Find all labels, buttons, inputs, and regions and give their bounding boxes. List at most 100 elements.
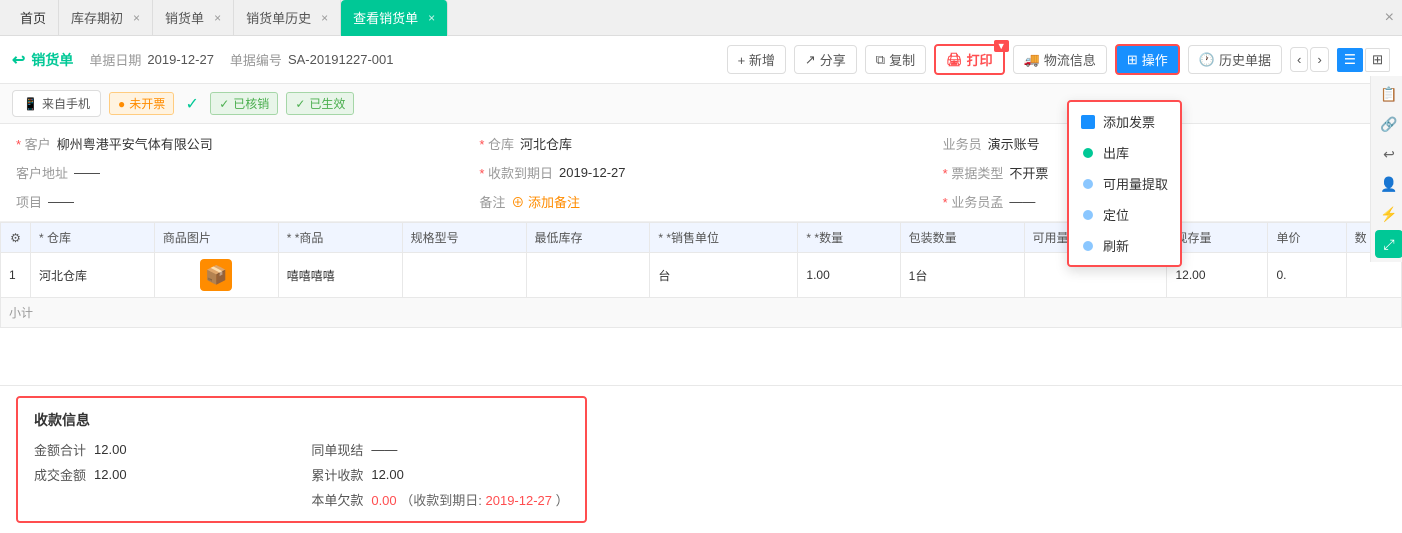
available-extract-label: 可用量提取: [1103, 174, 1168, 193]
sidebar-icon-user[interactable]: 👤: [1375, 170, 1402, 198]
not-open-status: ● 未开票: [109, 92, 174, 115]
refresh-label: 刷新: [1103, 236, 1129, 255]
share-button[interactable]: ↗ 分享: [794, 45, 857, 74]
tab-home[interactable]: 首页: [8, 0, 59, 36]
prev-button[interactable]: ‹: [1290, 47, 1308, 72]
address-field: 客户地址 ——: [16, 163, 459, 182]
ticket-type-label: 票据类型: [943, 163, 1004, 182]
row-sales-unit: 台: [650, 253, 798, 298]
th-image: 商品图片: [154, 223, 278, 253]
check-icon[interactable]: ✓: [182, 94, 202, 114]
payment-date-value: 2019-12-27: [559, 165, 626, 180]
next-button[interactable]: ›: [1310, 47, 1328, 72]
doc-date-group: 单据日期 2019-12-27: [89, 50, 214, 69]
project-label: 项目: [16, 192, 42, 211]
cumulative-value: 12.00: [371, 467, 404, 482]
tab-view-sales-close[interactable]: ×: [428, 11, 435, 25]
tab-sales-order-close[interactable]: ×: [214, 11, 221, 25]
staff-value: 演示账号: [988, 134, 1040, 153]
tab-inventory-init[interactable]: 库存期初 ×: [59, 0, 153, 36]
due-date-hint: （收款到期日:: [400, 493, 485, 508]
logistics-button[interactable]: 🚚 物流信息: [1013, 45, 1107, 74]
mobile-icon: 📱: [23, 97, 38, 111]
current-debt-value: 0.00 （收款到期日: 2019-12-27 ）: [371, 490, 568, 509]
cumulative-row: 累计收款 12.00: [311, 465, 568, 484]
doc-number-value: SA-20191227-001: [288, 52, 394, 67]
tab-view-sales[interactable]: 查看销货单 ×: [341, 0, 448, 36]
tab-bar-close-button[interactable]: ×: [1385, 9, 1394, 27]
note-label: 备注: [479, 192, 505, 211]
sales-table: ⚙ * 仓库 商品图片 * *商品 规格型号 最低库存 * *销售单位 * *数…: [0, 222, 1402, 328]
refresh-item[interactable]: 刷新: [1069, 230, 1180, 261]
tab-view-sales-label: 查看销货单: [353, 8, 418, 27]
toolbar: 📱 来自手机 ● 未开票 ✓ ✓ 已核销 ✓ 已生效: [0, 84, 1402, 124]
view-toggle: ☰ ⊞: [1337, 48, 1390, 72]
new-button[interactable]: + 新增: [727, 45, 786, 74]
print-icon: 🖨: [946, 52, 963, 68]
tab-inventory-init-close[interactable]: ×: [133, 11, 140, 25]
history-button[interactable]: 🕐 历史单据: [1188, 45, 1282, 74]
outbound-label: 出库: [1103, 143, 1129, 162]
doc-type-label: 销货单: [31, 50, 73, 70]
tab-sales-history-close[interactable]: ×: [321, 11, 328, 25]
nav-arrows: ‹ ›: [1290, 47, 1329, 72]
document-header: ↩ 销货单 单据日期 2019-12-27 单据编号 SA-20191227-0…: [0, 36, 1402, 84]
effective-status: ✓ 已生效: [286, 92, 354, 115]
table-header-row: ⚙ * 仓库 商品图片 * *商品 规格型号 最低库存 * *销售单位 * *数…: [1, 223, 1402, 253]
locate-item[interactable]: 定位: [1069, 199, 1180, 230]
tab-sales-order[interactable]: 销货单 ×: [153, 0, 234, 36]
from-mobile-label: 来自手机: [42, 95, 90, 112]
list-view-button[interactable]: ☰: [1337, 48, 1363, 72]
project-value: ——: [48, 194, 74, 209]
th-unit-price: 单价: [1268, 223, 1346, 253]
tab-home-label: 首页: [20, 8, 46, 27]
staff2-label: 业务员孟: [943, 192, 1004, 211]
total-amount-row: 金额合计 12.00: [34, 440, 291, 459]
sidebar-icon-link[interactable]: 🔗: [1375, 110, 1402, 138]
th-settings[interactable]: ⚙: [1, 223, 31, 253]
th-min-stock: 最低库存: [526, 223, 650, 253]
row-min-stock: [526, 253, 650, 298]
warehouse-label: 仓库: [479, 134, 514, 153]
operations-button[interactable]: ⊞ 操作: [1115, 44, 1180, 75]
copy-button[interactable]: ⧉ 复制: [865, 45, 926, 74]
locate-icon: [1083, 210, 1093, 220]
sidebar-icon-return[interactable]: ↩: [1375, 140, 1402, 168]
refresh-icon: [1083, 241, 1093, 251]
right-sidebar: 📋 🔗 ↩ 👤 ⚡ ⤢: [1370, 76, 1402, 262]
tab-sales-order-label: 销货单: [165, 8, 204, 27]
doc-number-label: 单据编号: [230, 50, 282, 69]
row-image: 📦: [154, 253, 278, 298]
th-quantity: * *数量: [798, 223, 900, 253]
payment-info: 收款信息 金额合计 12.00 同单现结 —— 成交金额 12.00: [16, 396, 587, 523]
sidebar-icon-doc[interactable]: 📋: [1375, 80, 1402, 108]
tab-sales-history[interactable]: 销货单历史 ×: [234, 0, 341, 36]
print-button[interactable]: 🖨 打印 ▼: [934, 44, 1005, 75]
outbound-item[interactable]: 出库: [1069, 137, 1180, 168]
ticket-type-value: 不开票: [1009, 163, 1048, 182]
approved-status: ✓ 已核销: [210, 92, 278, 115]
add-invoice-icon: [1081, 115, 1095, 129]
sidebar-icon-expand[interactable]: ⤢: [1375, 230, 1402, 258]
add-note-button[interactable]: ⊕ 添加备注: [511, 192, 580, 211]
operations-icon: ⊞: [1127, 52, 1138, 68]
grid-view-button[interactable]: ⊞: [1365, 48, 1390, 72]
customer-value: 柳州粤港平安气体有限公司: [57, 134, 213, 153]
row-unit-price: 0.: [1268, 253, 1346, 298]
row-quantity: 1.00: [798, 253, 900, 298]
same-order-value: ——: [371, 442, 397, 457]
available-extract-item[interactable]: 可用量提取: [1069, 168, 1180, 199]
subtotal-row: 小计: [1, 298, 1402, 328]
from-mobile-button[interactable]: 📱 来自手机: [12, 90, 101, 117]
new-button-label: + 新增: [738, 50, 775, 69]
available-extract-icon: [1083, 179, 1093, 189]
add-invoice-item[interactable]: 添加发票: [1069, 106, 1180, 137]
outbound-icon: [1083, 148, 1093, 158]
print-badge: ▼: [994, 40, 1009, 52]
logistics-button-label: 物流信息: [1044, 50, 1096, 69]
document-title: ↩ 销货单: [12, 50, 73, 70]
tab-inventory-init-label: 库存期初: [71, 8, 123, 27]
add-invoice-label: 添加发票: [1103, 112, 1155, 131]
row-product: 嘻嘻嘻嘻: [278, 253, 402, 298]
sidebar-icon-bolt[interactable]: ⚡: [1375, 200, 1402, 228]
